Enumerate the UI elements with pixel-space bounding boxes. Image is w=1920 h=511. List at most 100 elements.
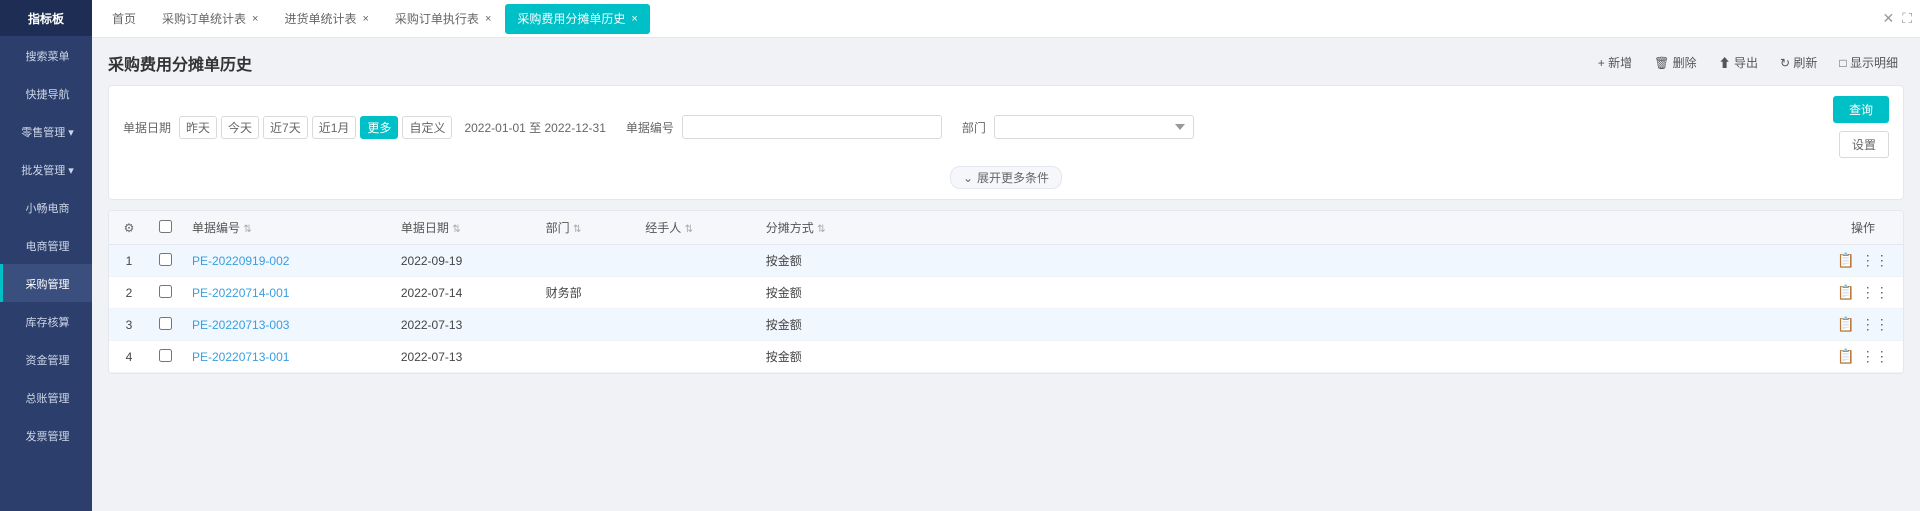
date-range-text: 2022-01-01 至 2022-12-31 bbox=[464, 119, 605, 136]
col-header-handler[interactable]: 经手人 ⇅ bbox=[635, 211, 755, 245]
tab-purchase-order-exec[interactable]: 采购订单执行表 × bbox=[383, 4, 503, 34]
tab-close-inbound-stats[interactable]: × bbox=[362, 13, 368, 25]
expand-conditions-button[interactable]: ⌄ 展开更多条件 bbox=[950, 166, 1062, 189]
more-icon-1[interactable]: ⋮⋮ bbox=[1861, 284, 1889, 300]
dept-select[interactable]: 财务部 bbox=[994, 115, 1194, 139]
cell-doc-no-0[interactable]: PE-20220919-002 bbox=[182, 245, 391, 277]
maximize-icon[interactable]: ⛶ bbox=[1902, 10, 1912, 27]
sort-icon-split_method: ⇅ bbox=[817, 224, 825, 235]
select-all-checkbox[interactable] bbox=[159, 220, 172, 233]
view-icon-1[interactable]: 📋 bbox=[1837, 284, 1854, 300]
cell-split-method-2: 按金额 bbox=[756, 309, 1823, 341]
cell-actions-3[interactable]: 📋 ⋮⋮ bbox=[1823, 341, 1903, 373]
tab-bar-right: ✕ ⛶ bbox=[1882, 10, 1912, 27]
tab-home[interactable]: 首页 bbox=[100, 4, 148, 34]
page-content: 采购费用分摊单历史 + 新增 🗑 删除 ⬆ 导出 ↻ 刷新 □ 显示明细 单据日… bbox=[92, 38, 1920, 511]
cell-doc-no-1[interactable]: PE-20220714-001 bbox=[182, 277, 391, 309]
date-shortcut-近1月[interactable]: 近1月 bbox=[312, 116, 357, 139]
sidebar-item-search[interactable]: 搜索菜单 bbox=[0, 36, 92, 74]
more-icon-3[interactable]: ⋮⋮ bbox=[1861, 348, 1889, 364]
date-label: 单据日期 bbox=[123, 119, 171, 136]
sidebar-item-label-purchase: 采购管理 bbox=[9, 276, 86, 292]
date-shortcut-自定义[interactable]: 自定义 bbox=[402, 116, 452, 139]
col-header-doc_date[interactable]: 单据日期 ⇅ bbox=[391, 211, 536, 245]
doc-no-link-0[interactable]: PE-20220919-002 bbox=[192, 254, 289, 268]
tab-close-purchase-order-exec[interactable]: × bbox=[485, 13, 491, 25]
sidebar-item-wholesale[interactable]: 批发管理 ▾ bbox=[0, 150, 92, 188]
doc-no-link-2[interactable]: PE-20220713-003 bbox=[192, 318, 289, 332]
cell-actions-2[interactable]: 📋 ⋮⋮ bbox=[1823, 309, 1903, 341]
sidebar-item-ledger[interactable]: 总账管理 bbox=[0, 378, 92, 416]
view-icon-0[interactable]: 📋 bbox=[1837, 252, 1854, 268]
tab-close-purchase-order-stats[interactable]: × bbox=[252, 13, 258, 25]
row-checkbox-3[interactable] bbox=[159, 349, 172, 362]
cell-doc-no-3[interactable]: PE-20220713-001 bbox=[182, 341, 391, 373]
cell-actions-0[interactable]: 📋 ⋮⋮ bbox=[1823, 245, 1903, 277]
sidebar-item-purchase[interactable]: 采购管理 bbox=[0, 264, 92, 302]
cell-check-1[interactable] bbox=[149, 277, 182, 309]
row-checkbox-1[interactable] bbox=[159, 285, 172, 298]
sidebar-item-label-inventory: 库存核算 bbox=[9, 314, 86, 330]
cell-dept-2 bbox=[536, 309, 636, 341]
doc-no-input[interactable] bbox=[682, 115, 942, 139]
refresh-button[interactable]: ↻ 刷新 bbox=[1774, 50, 1823, 75]
more-icon-2[interactable]: ⋮⋮ bbox=[1861, 316, 1889, 332]
row-checkbox-2[interactable] bbox=[159, 317, 172, 330]
search-area: 单据日期 昨天今天近7天近1月更多自定义 2022-01-01 至 2022-1… bbox=[108, 85, 1904, 200]
date-shortcut-更多[interactable]: 更多 bbox=[360, 116, 398, 139]
search-row: 单据日期 昨天今天近7天近1月更多自定义 2022-01-01 至 2022-1… bbox=[123, 96, 1889, 158]
sort-icon-dept: ⇅ bbox=[573, 224, 581, 235]
sidebar-item-finance[interactable]: 资金管理 bbox=[0, 340, 92, 378]
dept-label: 部门 bbox=[962, 119, 986, 136]
cell-check-3[interactable] bbox=[149, 341, 182, 373]
sidebar-item-quick[interactable]: 快捷导航 bbox=[0, 74, 92, 112]
tab-close-purchase-expense-history[interactable]: × bbox=[631, 13, 637, 25]
cell-check-2[interactable] bbox=[149, 309, 182, 341]
add-button[interactable]: + 新增 bbox=[1592, 50, 1638, 75]
tab-label-purchase-expense-history: 采购费用分摊单历史 bbox=[517, 10, 625, 27]
tab-bar: 首页采购订单统计表 ×进货单统计表 ×采购订单执行表 ×采购费用分摊单历史 × … bbox=[92, 0, 1920, 38]
delete-button[interactable]: 🗑 删除 bbox=[1648, 50, 1703, 75]
cell-doc-date-2: 2022-07-13 bbox=[391, 309, 536, 341]
cell-doc-date-3: 2022-07-13 bbox=[391, 341, 536, 373]
more-icon-0[interactable]: ⋮⋮ bbox=[1861, 252, 1889, 268]
col-header-dept[interactable]: 部门 ⇅ bbox=[536, 211, 636, 245]
sidebar-item-invoice[interactable]: 发票管理 bbox=[0, 416, 92, 454]
sidebar-item-miniapp[interactable]: 小畅电商 bbox=[0, 188, 92, 226]
main-content: 首页采购订单统计表 ×进货单统计表 ×采购订单执行表 ×采购费用分摊单历史 × … bbox=[92, 0, 1920, 511]
sidebar: 指标板 搜索菜单快捷导航零售管理 ▾批发管理 ▾小畅电商电商管理采购管理库存核算… bbox=[0, 0, 92, 511]
close-window-icon[interactable]: ✕ bbox=[1882, 10, 1894, 27]
tab-purchase-expense-history[interactable]: 采购费用分摊单历史 × bbox=[505, 4, 649, 34]
cell-check-0[interactable] bbox=[149, 245, 182, 277]
cell-handler-3 bbox=[635, 341, 755, 373]
settings-icon[interactable]: ⚙ bbox=[124, 221, 135, 235]
sidebar-item-inventory[interactable]: 库存核算 bbox=[0, 302, 92, 340]
settings-button[interactable]: 设置 bbox=[1839, 131, 1889, 158]
cell-split-method-0: 按金额 bbox=[756, 245, 1823, 277]
date-shortcut-昨天[interactable]: 昨天 bbox=[179, 116, 217, 139]
cell-actions-1[interactable]: 📋 ⋮⋮ bbox=[1823, 277, 1903, 309]
date-shortcut-近7天[interactable]: 近7天 bbox=[263, 116, 308, 139]
page-title: 采购费用分摊单历史 bbox=[108, 51, 252, 75]
sidebar-item-ecommerce[interactable]: 电商管理 bbox=[0, 226, 92, 264]
col-header-split_method[interactable]: 分摊方式 ⇅ bbox=[756, 211, 1823, 245]
doc-no-link-3[interactable]: PE-20220713-001 bbox=[192, 350, 289, 364]
view-icon-3[interactable]: 📋 bbox=[1837, 348, 1854, 364]
col-header-doc_no[interactable]: 单据编号 ⇅ bbox=[182, 211, 391, 245]
sidebar-item-retail[interactable]: 零售管理 ▾ bbox=[0, 112, 92, 150]
tab-inbound-stats[interactable]: 进货单统计表 × bbox=[272, 4, 380, 34]
query-button[interactable]: 查询 bbox=[1833, 96, 1889, 123]
tab-label-home: 首页 bbox=[112, 10, 136, 27]
doc-no-link-1[interactable]: PE-20220714-001 bbox=[192, 286, 289, 300]
cell-handler-0 bbox=[635, 245, 755, 277]
cell-split-method-3: 按金额 bbox=[756, 341, 1823, 373]
col-header-check bbox=[149, 211, 182, 245]
view-icon-2[interactable]: 📋 bbox=[1837, 316, 1854, 332]
tab-purchase-order-stats[interactable]: 采购订单统计表 × bbox=[150, 4, 270, 34]
export-button[interactable]: ⬆ 导出 bbox=[1713, 50, 1764, 75]
date-shortcut-今天[interactable]: 今天 bbox=[221, 116, 259, 139]
display-detail-button[interactable]: □ 显示明细 bbox=[1833, 50, 1904, 75]
row-checkbox-0[interactable] bbox=[159, 253, 172, 266]
expand-row: ⌄ 展开更多条件 bbox=[123, 166, 1889, 189]
cell-doc-no-2[interactable]: PE-20220713-003 bbox=[182, 309, 391, 341]
